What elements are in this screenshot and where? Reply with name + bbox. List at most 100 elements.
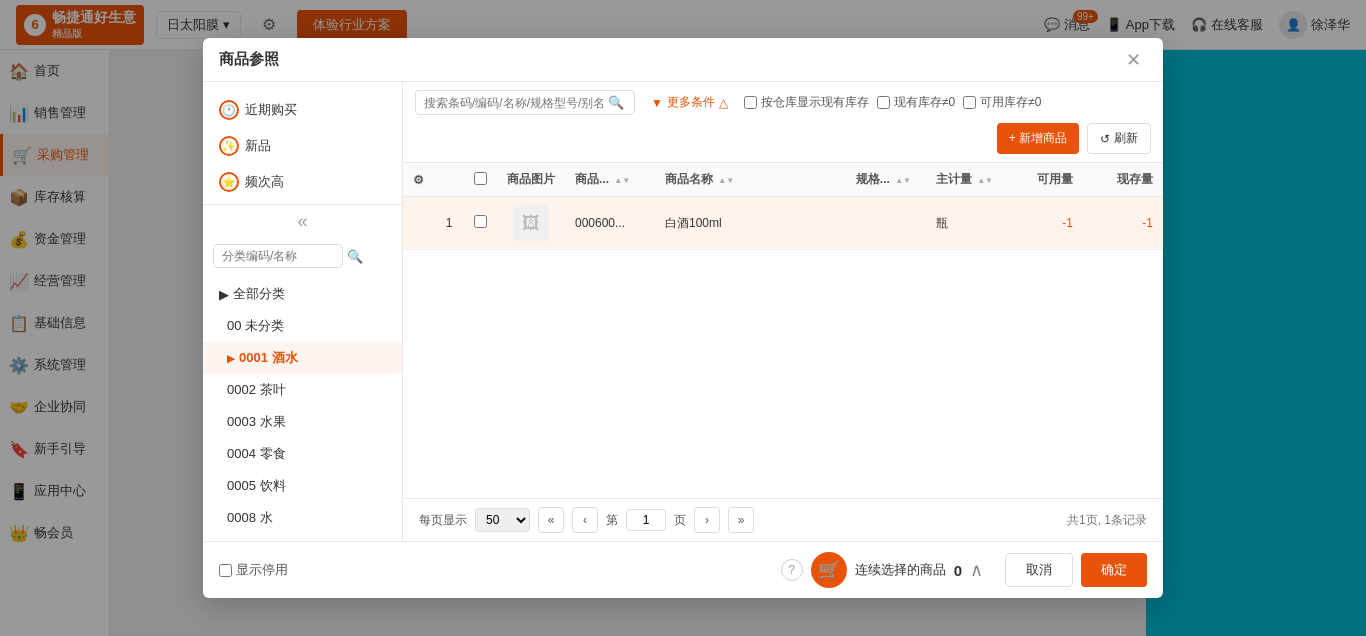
- cart-label: 连续选择的商品: [855, 561, 946, 579]
- search-icon[interactable]: 🔍: [608, 95, 624, 110]
- product-modal: 商品参照 ✕ 🕐 近期购买 ✨ 新品 ⭐ 频次高 «: [203, 38, 1163, 598]
- spec-col-header[interactable]: 规格... ▲▼: [846, 163, 926, 197]
- show-disabled-label: 显示停用: [236, 561, 288, 579]
- refresh-button[interactable]: ↺ 刷新: [1087, 123, 1151, 154]
- row-unit-cell: 瓶: [926, 197, 1003, 250]
- row-settings-cell: [403, 197, 434, 250]
- name-col-header[interactable]: 商品名称 ▲▼: [655, 163, 846, 197]
- avail-ne0-checkbox[interactable]: [963, 96, 976, 109]
- unit-col-header[interactable]: 主计量 ▲▼: [926, 163, 1003, 197]
- high-freq-item[interactable]: ⭐ 频次高: [203, 164, 402, 200]
- code-col-label: 商品...: [575, 172, 609, 186]
- last-page-button[interactable]: »: [728, 507, 754, 533]
- checkbox-col-header: [464, 163, 497, 197]
- modal-body: 🕐 近期购买 ✨ 新品 ⭐ 频次高 « 🔍: [203, 82, 1163, 541]
- category-search-input[interactable]: [213, 244, 343, 268]
- stock-ne0-checkbox[interactable]: [877, 96, 890, 109]
- modal-header: 商品参照 ✕: [203, 38, 1163, 82]
- new-product-icon: ✨: [219, 136, 239, 156]
- spec-col-label: 规格...: [856, 172, 890, 186]
- recent-purchase-item[interactable]: 🕐 近期购买: [203, 92, 402, 128]
- cancel-button[interactable]: 取消: [1005, 553, 1073, 587]
- table-settings-icon[interactable]: ⚙: [413, 173, 424, 187]
- category-00[interactable]: 00 未分类: [203, 310, 402, 342]
- toolbar-right: + 新增商品 ↺ 刷新: [997, 123, 1151, 154]
- cart-count: 0: [954, 562, 962, 579]
- page-number-input[interactable]: [626, 509, 666, 531]
- filter-icon: ▼: [651, 96, 663, 110]
- unit-col-label: 主计量: [936, 172, 972, 186]
- row-avail: -1: [1062, 216, 1073, 230]
- category-search-icon[interactable]: 🔍: [347, 249, 363, 264]
- modal-overlay: 商品参照 ✕ 🕐 近期购买 ✨ 新品 ⭐ 频次高 «: [0, 0, 1366, 636]
- category-0004[interactable]: 0004 零食: [203, 438, 402, 470]
- cart-icon[interactable]: 🛒: [811, 552, 847, 588]
- warehouse-checkbox-label[interactable]: 按仓库显示现有库存: [744, 94, 869, 111]
- select-all-checkbox[interactable]: [474, 172, 487, 185]
- category-0002-label: 0002 茶叶: [227, 381, 286, 399]
- table-header-row: ⚙ 商品图片 商品...: [403, 163, 1163, 197]
- category-all-label: 全部分类: [233, 285, 285, 303]
- row-name-cell: 白酒100ml: [655, 197, 846, 250]
- page-size-select[interactable]: 50 10 20 100: [475, 508, 530, 532]
- add-product-button[interactable]: + 新增商品: [997, 123, 1079, 154]
- new-product-item[interactable]: ✨ 新品: [203, 128, 402, 164]
- category-0008-label: 0008 水: [227, 509, 273, 527]
- stock-col-header: 现存量: [1083, 163, 1163, 197]
- high-freq-label: 频次高: [245, 173, 284, 191]
- show-disabled-checkbox-label[interactable]: 显示停用: [219, 561, 288, 579]
- warehouse-checkbox[interactable]: [744, 96, 757, 109]
- product-table-wrap: ⚙ 商品图片 商品...: [403, 163, 1163, 498]
- category-search-area: 🔍: [203, 238, 402, 274]
- modal-title: 商品参照: [219, 50, 279, 69]
- modal-toolbar: 🔍 ▼ 更多条件 △ 按仓库显示现有库存 现有库存≠0: [403, 82, 1163, 163]
- image-col-header: 商品图片: [497, 163, 565, 197]
- code-sort-icon: ▲▼: [614, 177, 630, 185]
- confirm-button[interactable]: 确定: [1081, 553, 1147, 587]
- filter-up-icon: △: [719, 96, 728, 110]
- row-spec-cell: [846, 197, 926, 250]
- collapse-button[interactable]: «: [203, 204, 402, 238]
- row-unit: 瓶: [936, 216, 948, 230]
- avail-col-header: 可用量: [1003, 163, 1083, 197]
- first-page-button[interactable]: «: [538, 507, 564, 533]
- page-label: 第: [606, 512, 618, 529]
- new-product-label: 新品: [245, 137, 271, 155]
- pagination-bar: 每页显示 50 10 20 100 « ‹ 第 页 › » 共1页, 1条记录: [403, 498, 1163, 541]
- prev-page-button[interactable]: ‹: [572, 507, 598, 533]
- recent-purchase-icon: 🕐: [219, 100, 239, 120]
- footer-cart-area: ? 🛒 连续选择的商品 0 ∧: [781, 552, 983, 588]
- category-0008[interactable]: 0008 水: [203, 502, 402, 531]
- active-category-arrow: ▶: [227, 353, 235, 364]
- category-0003[interactable]: 0003 水果: [203, 406, 402, 438]
- refresh-icon: ↺: [1100, 132, 1110, 146]
- category-all[interactable]: ▶ 全部分类: [203, 278, 402, 310]
- row-checkbox[interactable]: [474, 215, 487, 228]
- modal-close-button[interactable]: ✕: [1119, 46, 1147, 74]
- category-0002[interactable]: 0002 茶叶: [203, 374, 402, 406]
- show-disabled-checkbox[interactable]: [219, 564, 232, 577]
- stock-col-label: 现存量: [1117, 172, 1153, 186]
- category-0005[interactable]: 0005 饮料: [203, 470, 402, 502]
- product-search-input[interactable]: [424, 96, 604, 110]
- footer-buttons: 取消 确定: [1005, 553, 1147, 587]
- category-0004-label: 0004 零食: [227, 445, 286, 463]
- next-page-button[interactable]: ›: [694, 507, 720, 533]
- row-checkbox-cell: [464, 197, 497, 250]
- filter-button[interactable]: ▼ 更多条件 △: [643, 90, 736, 115]
- table-row[interactable]: 1 🖼 000600...: [403, 197, 1163, 250]
- cart-collapse-icon[interactable]: ∧: [970, 559, 983, 581]
- category-0001[interactable]: ▶ 0001 酒水: [203, 342, 402, 374]
- row-image-cell: 🖼: [497, 197, 565, 250]
- settings-col-header: ⚙: [403, 163, 434, 197]
- help-icon[interactable]: ?: [781, 559, 803, 581]
- code-col-header[interactable]: 商品... ▲▼: [565, 163, 655, 197]
- expand-all-icon: ▶: [219, 287, 229, 302]
- stock-ne0-checkbox-label[interactable]: 现有库存≠0: [877, 94, 955, 111]
- row-name: 白酒100ml: [665, 216, 722, 230]
- name-sort-icon: ▲▼: [718, 177, 734, 185]
- warehouse-checkbox-text: 按仓库显示现有库存: [761, 94, 869, 111]
- avail-ne0-checkbox-label[interactable]: 可用库存≠0: [963, 94, 1041, 111]
- modal-left-panel: 🕐 近期购买 ✨ 新品 ⭐ 频次高 « 🔍: [203, 82, 403, 541]
- category-list: ▶ 全部分类 00 未分类 ▶ 0001 酒水 0002 茶叶 0003 水果: [203, 274, 402, 531]
